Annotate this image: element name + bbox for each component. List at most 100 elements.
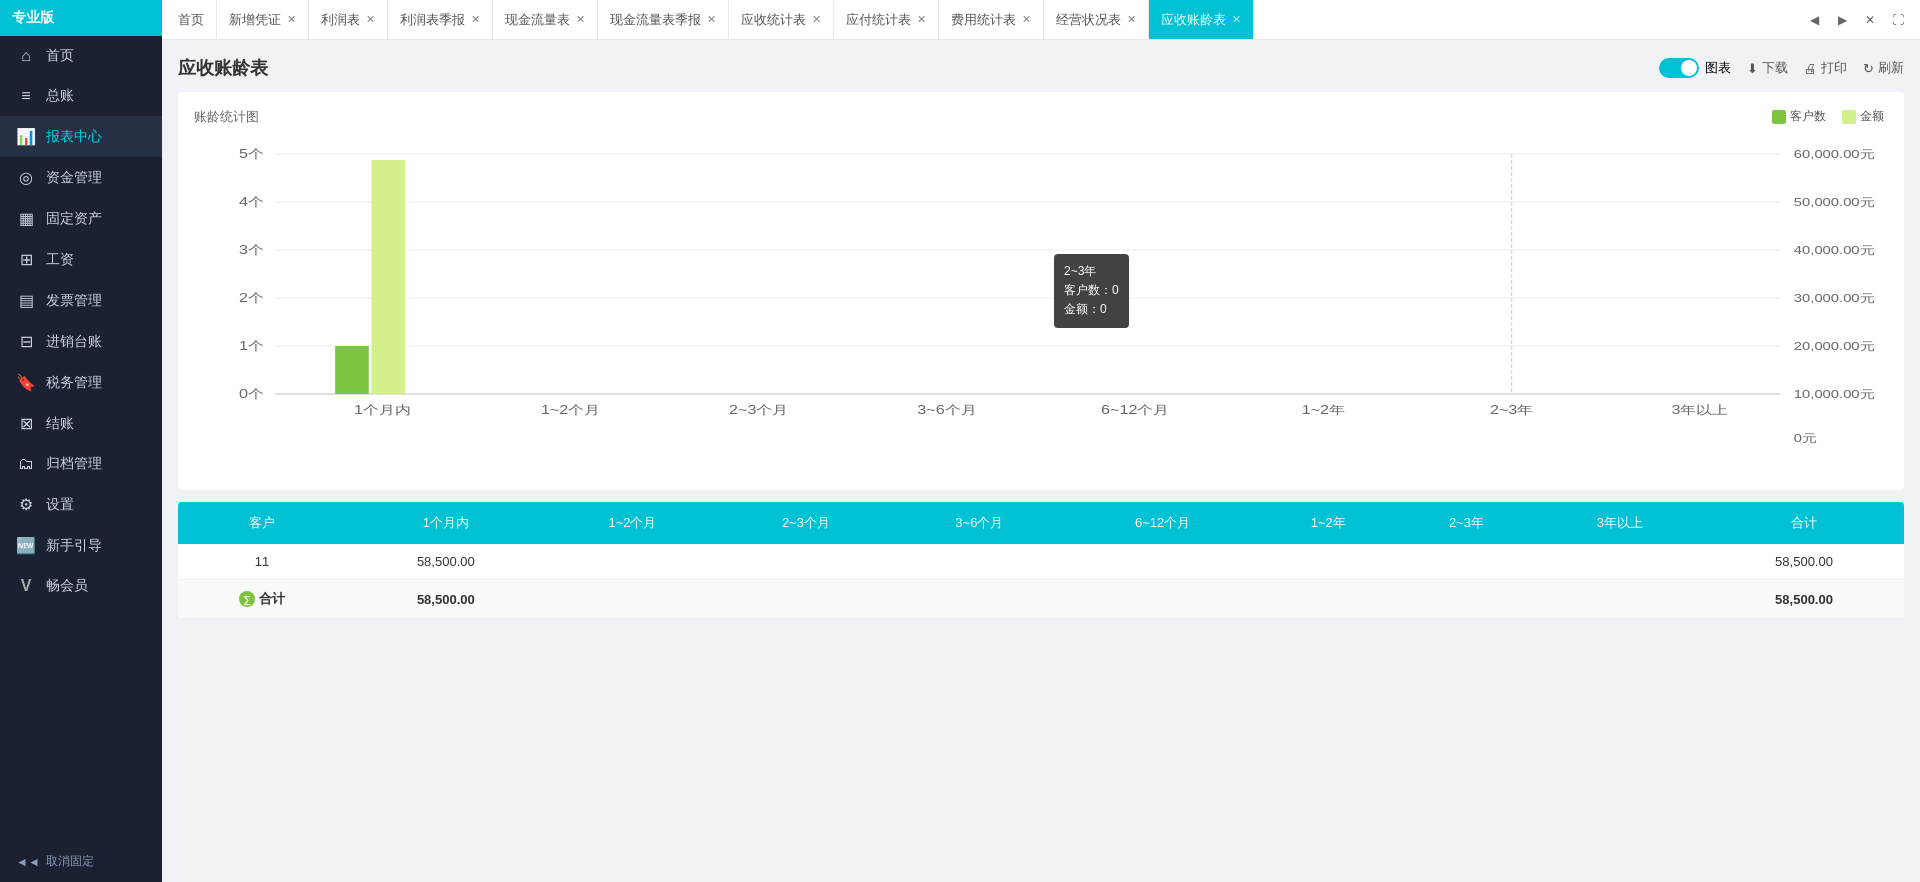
sidebar-item-settings[interactable]: ⚙ 设置: [0, 484, 162, 525]
table-total-row: ∑ 合计 58,500.00 58,500.00: [178, 580, 1904, 619]
sidebar-item-archive[interactable]: 🗂 归档管理: [0, 444, 162, 484]
col-y23: 2~3年: [1397, 502, 1535, 544]
tab-payable-stat[interactable]: 应付统计表 ✕: [834, 0, 939, 39]
svg-text:50,000.00元: 50,000.00元: [1794, 196, 1874, 209]
col-y12: 1~2年: [1259, 502, 1397, 544]
tab-expense-stat[interactable]: 费用统计表 ✕: [939, 0, 1044, 39]
svg-text:1~2年: 1~2年: [1302, 403, 1345, 417]
settings-icon: ⚙: [16, 495, 36, 514]
cell-m612: [1066, 544, 1259, 580]
bar-amount-0: [371, 160, 405, 394]
guide-icon: 🆕: [16, 536, 36, 555]
print-icon: 🖨: [1804, 61, 1817, 76]
tab-close-expense-stat[interactable]: ✕: [1022, 13, 1031, 26]
chart-toggle[interactable]: [1659, 58, 1699, 78]
sidebar-item-home[interactable]: ⌂ 首页: [0, 36, 162, 76]
col-m612: 6~12个月: [1066, 502, 1259, 544]
report-icon: 📊: [16, 127, 36, 146]
svg-text:3个: 3个: [239, 243, 264, 257]
legend-customers: 客户数: [1772, 108, 1826, 125]
refresh-icon: ↻: [1863, 61, 1874, 76]
tab-close-cashflow-quarter[interactable]: ✕: [707, 13, 716, 26]
tab-nav-controls: ◀ ▶ ✕ ⛶: [1796, 8, 1916, 32]
tab-aging[interactable]: 应收账龄表 ✕: [1149, 0, 1254, 39]
sidebar-item-funds[interactable]: ◎ 资金管理: [0, 157, 162, 198]
tab-business-stat[interactable]: 经营状况表 ✕: [1044, 0, 1149, 39]
sidebar-item-guide[interactable]: 🆕 新手引导: [0, 525, 162, 566]
total-y12: [1259, 580, 1397, 619]
svg-text:2个: 2个: [239, 291, 264, 305]
svg-text:5个: 5个: [239, 147, 264, 161]
sidebar-item-label: 设置: [46, 496, 74, 514]
svg-text:0元: 0元: [1794, 432, 1817, 445]
tab-cashflow-quarter[interactable]: 现金流量表季报 ✕: [598, 0, 729, 39]
svg-text:0个: 0个: [239, 387, 264, 401]
tab-close-payable-stat[interactable]: ✕: [917, 13, 926, 26]
cell-y12: [1259, 544, 1397, 580]
tab-close-profit[interactable]: ✕: [366, 13, 375, 26]
sidebar-item-report[interactable]: 📊 报表中心: [0, 116, 162, 157]
page-header: 应收账龄表 图表 ⬇ 下载 🖨 打印 ↻ 刷新: [178, 56, 1904, 80]
sidebar-item-label: 工资: [46, 251, 74, 269]
page-title: 应收账龄表: [178, 56, 268, 80]
unpin-icon: ◄◄: [16, 855, 40, 869]
total-icon: ∑: [239, 591, 255, 607]
chart-title: 账龄统计图: [194, 108, 1888, 126]
cell-m1: 58,500.00: [346, 544, 546, 580]
sidebar-item-label: 总账: [46, 87, 74, 105]
sidebar-item-label: 归档管理: [46, 455, 102, 473]
tab-close-all[interactable]: ✕: [1858, 8, 1882, 32]
sidebar-item-label: 结账: [46, 415, 74, 433]
tab-voucher[interactable]: 新增凭证 ✕: [217, 0, 309, 39]
sidebar-item-label: 固定资产: [46, 210, 102, 228]
tab-maximize[interactable]: ⛶: [1886, 8, 1910, 32]
tab-scroll-left[interactable]: ◀: [1802, 8, 1826, 32]
sidebar-item-assets[interactable]: ▦ 固定资产: [0, 198, 162, 239]
col-m36: 3~6个月: [893, 502, 1066, 544]
sidebar-item-salary[interactable]: ⊞ 工资: [0, 239, 162, 280]
sales-icon: ⊟: [16, 332, 36, 351]
tab-profit-quarter[interactable]: 利润表季报 ✕: [388, 0, 493, 39]
tab-close-receivable-stat[interactable]: ✕: [812, 13, 821, 26]
tab-profit[interactable]: 利润表 ✕: [309, 0, 388, 39]
tab-cashflow[interactable]: 现金流量表 ✕: [493, 0, 598, 39]
print-button[interactable]: 🖨 打印: [1804, 59, 1847, 77]
tab-close-profit-quarter[interactable]: ✕: [471, 13, 480, 26]
sidebar-item-tax[interactable]: 🔖 税务管理: [0, 362, 162, 403]
svg-text:20,000.00元: 20,000.00元: [1794, 340, 1874, 353]
col-m23: 2~3个月: [719, 502, 892, 544]
tab-close-aging[interactable]: ✕: [1232, 13, 1241, 26]
svg-text:1个: 1个: [239, 339, 264, 353]
tab-close-cashflow[interactable]: ✕: [576, 13, 585, 26]
archive-icon: 🗂: [16, 455, 36, 473]
salary-icon: ⊞: [16, 250, 36, 269]
legend-amount: 金额: [1842, 108, 1884, 125]
tab-receivable-stat[interactable]: 应收统计表 ✕: [729, 0, 834, 39]
chart-container: 账龄统计图 客户数 金额: [178, 92, 1904, 490]
col-customer: 客户: [178, 502, 346, 544]
sidebar: 专业版 ⌂ 首页 ≡ 总账 📊 报表中心 ◎ 资金管理 ▦ 固定资产 ⊞ 工资 …: [0, 0, 162, 882]
tab-home[interactable]: 首页: [166, 0, 217, 39]
tab-close-business-stat[interactable]: ✕: [1127, 13, 1136, 26]
svg-text:3~6个月: 3~6个月: [917, 403, 976, 417]
funds-icon: ◎: [16, 168, 36, 187]
tab-scroll-right[interactable]: ▶: [1830, 8, 1854, 32]
svg-text:3年以上: 3年以上: [1671, 403, 1728, 417]
refresh-button[interactable]: ↻ 刷新: [1863, 59, 1904, 77]
bar-customers-0: [335, 346, 369, 394]
download-button[interactable]: ⬇ 下载: [1747, 59, 1788, 77]
col-total: 合计: [1704, 502, 1904, 544]
unpin-sidebar-button[interactable]: ◄◄ 取消固定: [0, 841, 162, 882]
sidebar-item-ledger[interactable]: ≡ 总账: [0, 76, 162, 116]
total-m36: [893, 580, 1066, 619]
sidebar-item-close[interactable]: ⊠ 结账: [0, 403, 162, 444]
sidebar-item-member[interactable]: V 畅会员: [0, 566, 162, 606]
sidebar-item-invoice[interactable]: ▤ 发票管理: [0, 280, 162, 321]
cell-m36: [893, 544, 1066, 580]
tab-close-voucher[interactable]: ✕: [287, 13, 296, 26]
total-label-text: 合计: [259, 590, 285, 608]
sidebar-item-sales[interactable]: ⊟ 进销台账: [0, 321, 162, 362]
page-content-area: 应收账龄表 图表 ⬇ 下载 🖨 打印 ↻ 刷新: [162, 40, 1920, 882]
cell-customer: 11: [178, 544, 346, 580]
svg-text:1~2个月: 1~2个月: [541, 403, 600, 417]
